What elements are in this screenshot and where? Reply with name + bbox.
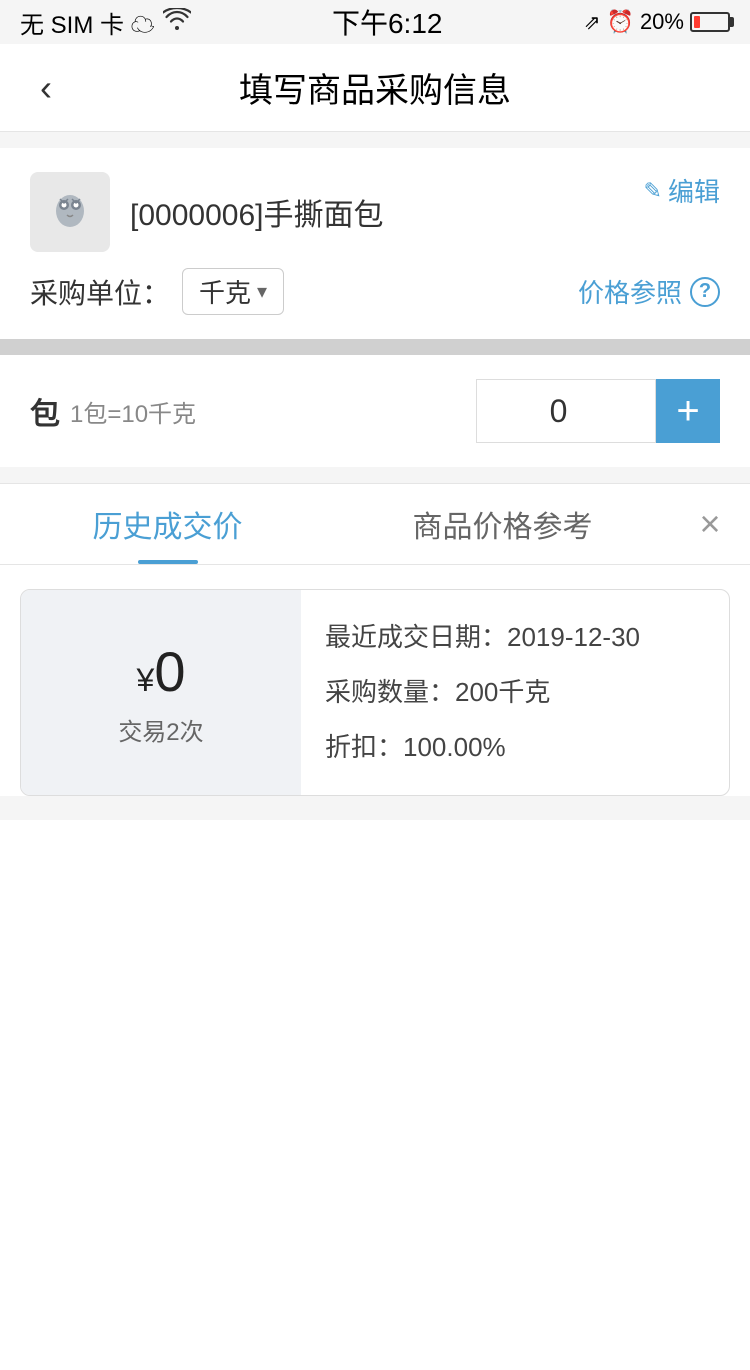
alarm-icon: ⏰ (607, 9, 634, 35)
tab-history-price-label: 历史成交价 (93, 502, 243, 546)
product-logo (30, 172, 110, 252)
info-icon: ? (690, 277, 720, 307)
dropdown-arrow-icon: ▾ (257, 279, 267, 304)
tab-history-price[interactable]: 历史成交价 (0, 484, 335, 564)
product-card: [0000006]手撕面包 ✎ 编辑 采购单位： 千克 ▾ 价格参照 ? (0, 148, 750, 339)
section-divider (0, 339, 750, 355)
back-button[interactable]: ‹ (24, 66, 68, 110)
battery-icon (690, 12, 730, 32)
currency-symbol: ¥ (137, 662, 155, 698)
edit-button[interactable]: ✎ 编辑 (644, 172, 720, 209)
quantity-control: + (476, 379, 720, 443)
quantity-equiv: 1包=10千克 (70, 394, 196, 429)
transaction-count: 交易2次 (118, 712, 203, 747)
quantity-label: 包 1包=10千克 (30, 389, 196, 433)
recent-date-row: 最近成交日期：2019-12-30 (325, 618, 705, 657)
purchase-quantity-row: 采购数量：200千克 (325, 673, 705, 712)
purchase-quantity-value: 200千克 (455, 677, 550, 707)
tab-close-button[interactable]: × (670, 484, 750, 564)
discount-label: 折扣： (325, 732, 403, 762)
quantity-plus-button[interactable]: + (656, 379, 720, 443)
page-header: ‹ 填写商品采购信息 (0, 44, 750, 132)
empty-content-area (0, 820, 750, 1370)
tab-product-price-ref-label: 商品价格参考 (413, 502, 593, 546)
unit-row: 采购单位： 千克 ▾ 价格参照 ? (30, 268, 720, 315)
price-ref-button[interactable]: 价格参照 ? (578, 273, 720, 310)
page-title: 填写商品采购信息 (239, 63, 511, 112)
product-name-row: [0000006]手撕面包 ✎ 编辑 (30, 172, 720, 252)
price-card: ¥0 交易2次 最近成交日期：2019-12-30 采购数量：200千克 折扣：… (20, 589, 730, 796)
recent-date-label: 最近成交日期： (325, 622, 507, 652)
edit-label: 编辑 (668, 172, 720, 209)
product-name: [0000006]手撕面包 (130, 190, 383, 234)
quantity-unit: 包 (30, 389, 60, 433)
price-summary-panel: ¥0 交易2次 (21, 590, 301, 795)
status-left: 无 SIM 卡 ☁ (20, 5, 191, 40)
tabs-section: 历史成交价 商品价格参考 × ¥0 交易2次 最近成交日期：2019-12-30… (0, 483, 750, 796)
unit-select[interactable]: 千克 ▾ (182, 268, 284, 315)
price-ref-label: 价格参照 (578, 273, 682, 310)
battery-percent: 20% (640, 9, 684, 35)
status-bar: 无 SIM 卡 ☁ 下午6:12 ⇗ ⏰ 20% (0, 0, 750, 44)
sim-label: 无 SIM 卡 ☁ (20, 5, 155, 40)
tabs-header: 历史成交价 商品价格参考 × (0, 484, 750, 565)
purchase-quantity-label: 采购数量： (325, 677, 455, 707)
unit-value: 千克 (199, 273, 251, 310)
brand-logo-icon (45, 183, 95, 241)
recent-date-value: 2019-12-30 (507, 622, 640, 652)
status-time: 下午6:12 (332, 2, 443, 42)
quantity-input[interactable] (476, 379, 656, 443)
tab-active-indicator (138, 560, 198, 564)
unit-label: 采购单位： 千克 ▾ (30, 268, 284, 315)
discount-row: 折扣：100.00% (325, 728, 705, 767)
edit-icon: ✎ (644, 178, 662, 204)
status-right: ⇗ ⏰ 20% (584, 9, 730, 35)
location-icon: ⇗ (584, 10, 601, 35)
wifi-icon (163, 8, 191, 37)
tab-product-price-ref[interactable]: 商品价格参考 (335, 484, 670, 564)
product-left: [0000006]手撕面包 (30, 172, 383, 252)
discount-value: 100.00% (403, 732, 506, 762)
price-amount: ¥0 (137, 639, 186, 704)
quantity-row: 包 1包=10千克 + (0, 355, 750, 467)
price-detail-panel: 最近成交日期：2019-12-30 采购数量：200千克 折扣：100.00% (301, 590, 729, 795)
